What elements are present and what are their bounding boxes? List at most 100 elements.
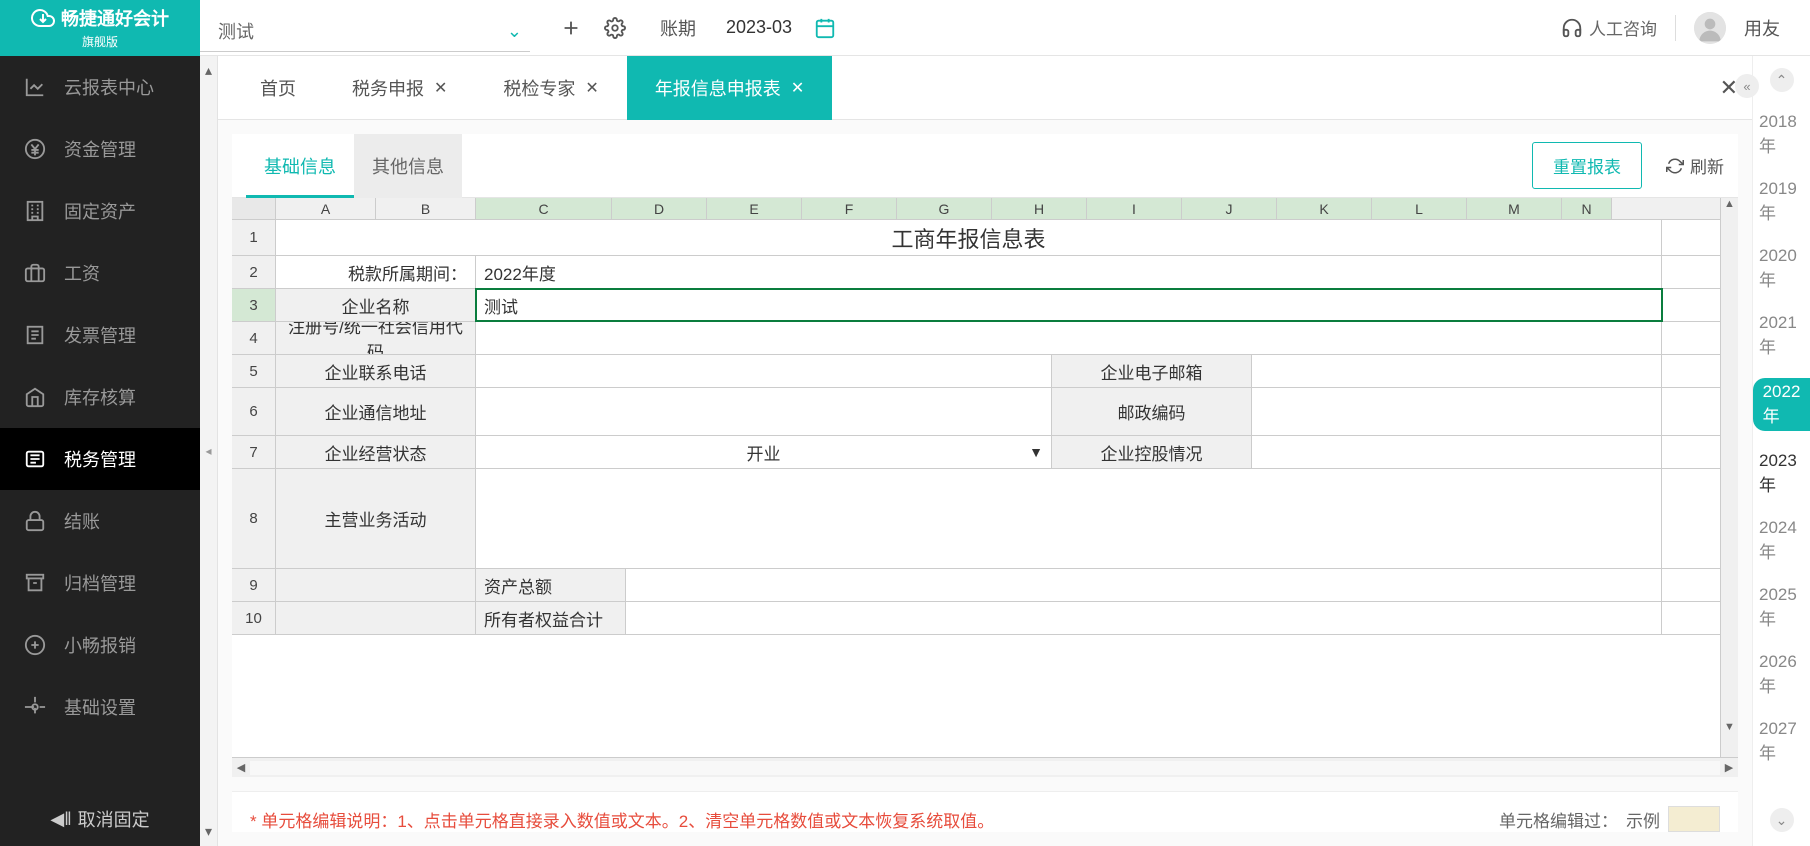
plus-icon[interactable] <box>560 17 582 39</box>
cell-mainbiz-label[interactable]: 主营业务活动 <box>276 469 476 568</box>
row-header-9[interactable]: 9 <box>232 569 276 601</box>
subtab-basic-info[interactable]: 基础信息 <box>246 134 354 198</box>
avatar[interactable] <box>1694 12 1726 44</box>
scroll-right-icon[interactable]: ▶ <box>1720 761 1738 774</box>
cell-r9-empty[interactable] <box>276 569 476 601</box>
year-2020[interactable]: 2020年 <box>1753 244 1810 293</box>
cell-regno-value[interactable] <box>476 322 1662 354</box>
row-header-6[interactable]: 6 <box>232 388 276 435</box>
sidebar-item-fixed-assets[interactable]: 固定资产 <box>0 180 200 242</box>
tab-tax-declare[interactable]: 税务申报✕ <box>324 56 475 120</box>
cell-assets-label[interactable]: 资产总额 <box>476 569 626 601</box>
col-header-b[interactable]: B <box>376 198 476 219</box>
horizontal-scrollbar[interactable]: ◀ ▶ <box>232 757 1738 777</box>
cell-company-name-label[interactable]: 企业名称 <box>276 289 476 321</box>
col-header-j[interactable]: J <box>1182 198 1277 219</box>
row-header-4[interactable]: 4 <box>232 322 276 354</box>
cell-status-value[interactable]: 开业▼ <box>476 436 1052 468</box>
sidebar-item-inventory[interactable]: 库存核算 <box>0 366 200 428</box>
col-header-a[interactable]: A <box>276 198 376 219</box>
year-2019[interactable]: 2019年 <box>1753 177 1810 226</box>
cell-r10-empty[interactable] <box>276 602 476 634</box>
close-icon[interactable]: ✕ <box>791 78 804 98</box>
sidebar-item-archive[interactable]: 归档管理 <box>0 552 200 614</box>
year-2027[interactable]: 2027年 <box>1753 717 1810 766</box>
cell-addr-value[interactable] <box>476 388 1052 435</box>
scroll-to-bottom-icon[interactable]: ⌄ <box>1770 808 1794 832</box>
col-header-d[interactable]: D <box>612 198 707 219</box>
cell-equity-label[interactable]: 所有者权益合计 <box>476 602 626 634</box>
col-header-m[interactable]: M <box>1467 198 1562 219</box>
sidebar-collapse-handle[interactable]: ▴ ◂ ▾ <box>200 56 218 846</box>
row-header-5[interactable]: 5 <box>232 355 276 387</box>
col-header-c[interactable]: C <box>476 198 612 219</box>
sidebar-item-settings[interactable]: 基础设置 <box>0 676 200 738</box>
sidebar-unpin[interactable]: ◀‖ 取消固定 <box>0 792 200 846</box>
sidebar-item-salary[interactable]: 工资 <box>0 242 200 304</box>
cell-mainbiz-value[interactable] <box>476 469 1662 568</box>
sidebar-item-report-center[interactable]: 云报表中心 <box>0 56 200 118</box>
calendar-icon[interactable] <box>814 17 836 39</box>
col-header-g[interactable]: G <box>897 198 992 219</box>
row-header-7[interactable]: 7 <box>232 436 276 468</box>
cell-period-label[interactable]: 税款所属期间： <box>276 256 476 288</box>
user-name[interactable]: 用友 <box>1744 15 1780 41</box>
org-selector[interactable]: 测试 ⌄ <box>200 12 530 52</box>
row-header-2[interactable]: 2 <box>232 256 276 288</box>
cell-equity-value[interactable] <box>626 602 1662 634</box>
year-2026[interactable]: 2026年 <box>1753 650 1810 699</box>
col-header-l[interactable]: L <box>1372 198 1467 219</box>
select-all-corner[interactable] <box>232 198 276 219</box>
tab-tax-check[interactable]: 税检专家✕ <box>475 56 626 120</box>
consult-button[interactable]: 人工咨询 <box>1561 15 1657 40</box>
sidebar-item-tax[interactable]: 税务管理 <box>0 428 200 490</box>
scroll-to-top-icon[interactable]: ⌃ <box>1770 68 1794 92</box>
year-2021[interactable]: 2021年 <box>1753 311 1810 360</box>
col-header-h[interactable]: H <box>992 198 1087 219</box>
scroll-down-icon[interactable]: ▼ <box>1721 721 1738 739</box>
tab-annual-report[interactable]: 年报信息申报表✕ <box>627 56 832 120</box>
panel-collapse-icon[interactable]: « <box>1735 74 1759 98</box>
scroll-track[interactable] <box>250 761 1720 775</box>
sidebar-item-close-books[interactable]: 结账 <box>0 490 200 552</box>
tab-home[interactable]: 首页 <box>232 56 324 120</box>
cell-email-value[interactable] <box>1252 355 1662 387</box>
sidebar-item-expense[interactable]: 小畅报销 <box>0 614 200 676</box>
cell-company-name-value[interactable]: 测试 <box>476 289 1662 321</box>
close-icon[interactable]: ✕ <box>585 78 598 98</box>
cell-title[interactable]: 工商年报信息表 <box>276 220 1662 255</box>
cell-phone-label[interactable]: 企业联系电话 <box>276 355 476 387</box>
cell-period-value[interactable]: 2022年度 <box>476 256 1662 288</box>
sidebar-item-funds[interactable]: 资金管理 <box>0 118 200 180</box>
cell-addr-label[interactable]: 企业通信地址 <box>276 388 476 435</box>
subtab-other-info[interactable]: 其他信息 <box>354 134 462 198</box>
cell-regno-label[interactable]: 注册号/统一社会信用代码 <box>276 322 476 354</box>
row-header-8[interactable]: 8 <box>232 469 276 568</box>
period-value[interactable]: 2023-03 <box>726 17 792 38</box>
year-2024[interactable]: 2024年 <box>1753 516 1810 565</box>
cell-email-label[interactable]: 企业电子邮箱 <box>1052 355 1252 387</box>
sidebar-item-invoice[interactable]: 发票管理 <box>0 304 200 366</box>
row-header-10[interactable]: 10 <box>232 602 276 634</box>
refresh-button[interactable]: 刷新 <box>1666 153 1724 178</box>
vertical-scrollbar[interactable]: ▲ ▼ <box>1720 198 1738 757</box>
row-header-1[interactable]: 1 <box>232 220 276 255</box>
scroll-left-icon[interactable]: ◀ <box>232 761 250 774</box>
cell-postal-label[interactable]: 邮政编码 <box>1052 388 1252 435</box>
col-header-e[interactable]: E <box>707 198 802 219</box>
close-icon[interactable]: ✕ <box>434 78 447 98</box>
cell-holding-label[interactable]: 企业控股情况 <box>1052 436 1252 468</box>
gear-icon[interactable] <box>604 17 626 39</box>
cell-phone-value[interactable] <box>476 355 1052 387</box>
row-header-3[interactable]: 3 <box>232 289 276 321</box>
col-header-i[interactable]: I <box>1087 198 1182 219</box>
year-2023[interactable]: 2023年 <box>1753 449 1810 498</box>
year-2022[interactable]: 2022年 <box>1753 378 1810 431</box>
reset-button[interactable]: 重置报表 <box>1532 142 1642 189</box>
cell-assets-value[interactable] <box>626 569 1662 601</box>
col-header-n[interactable]: N <box>1562 198 1612 219</box>
col-header-f[interactable]: F <box>802 198 897 219</box>
scroll-up-icon[interactable]: ▲ <box>1721 198 1738 216</box>
cell-holding-value[interactable] <box>1252 436 1662 468</box>
cell-postal-value[interactable] <box>1252 388 1662 435</box>
